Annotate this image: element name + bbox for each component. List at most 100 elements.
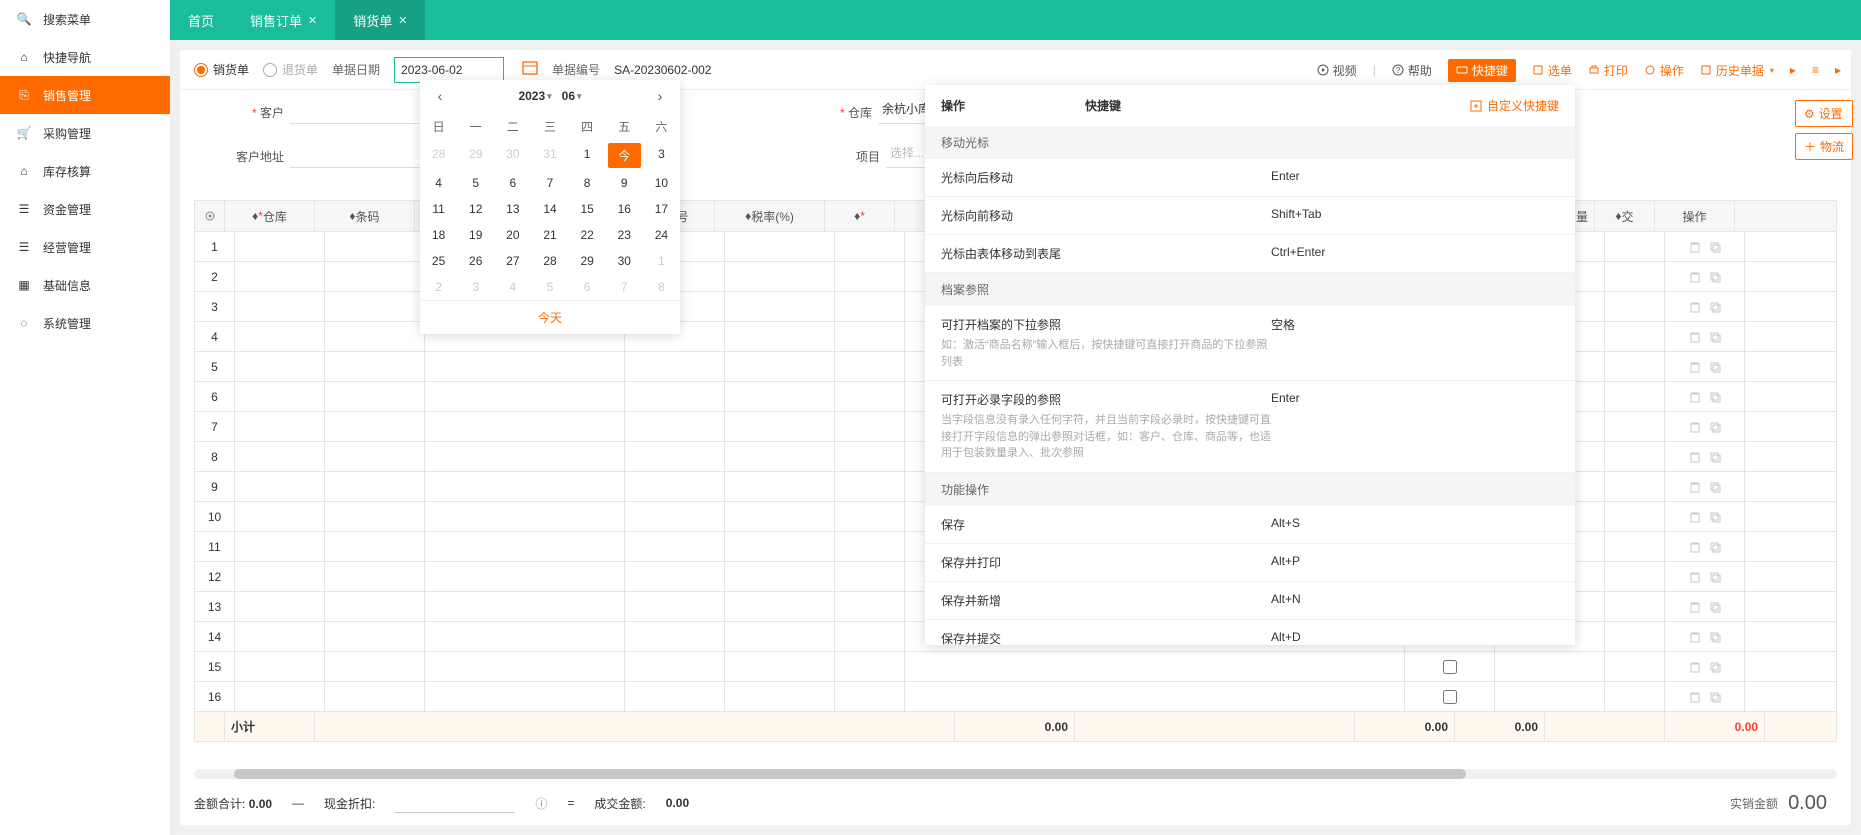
delete-icon[interactable] [1688, 480, 1702, 494]
cal-day[interactable]: 1 [643, 248, 680, 274]
sidebar-item-1[interactable]: ⌂快捷导航 [0, 38, 170, 76]
delete-icon[interactable] [1688, 540, 1702, 554]
cal-day[interactable]: 14 [531, 196, 568, 222]
radio-sale[interactable]: 销货单 [194, 61, 249, 78]
copy-icon[interactable] [1708, 690, 1722, 704]
customize-shortcut-button[interactable]: 自定义快捷键 [1469, 97, 1559, 114]
cal-next-icon[interactable]: › [650, 88, 670, 104]
cal-prev-icon[interactable]: ‹ [430, 88, 450, 104]
copy-icon[interactable] [1708, 600, 1722, 614]
cal-day[interactable]: 8 [569, 170, 606, 196]
nav-next-icon[interactable]: ▸ [1835, 63, 1841, 77]
copy-icon[interactable] [1708, 420, 1722, 434]
delete-icon[interactable] [1688, 510, 1702, 524]
delete-icon[interactable] [1688, 450, 1702, 464]
cal-day[interactable]: 31 [531, 141, 568, 170]
operate-button[interactable]: 操作 [1644, 62, 1684, 79]
copy-icon[interactable] [1708, 360, 1722, 374]
video-button[interactable]: 视频 [1317, 62, 1357, 79]
table-row[interactable]: 15 [194, 652, 1837, 682]
cal-day[interactable]: 28 [420, 141, 457, 170]
col-gear[interactable] [195, 201, 225, 231]
delete-icon[interactable] [1688, 420, 1702, 434]
copy-icon[interactable] [1708, 390, 1722, 404]
cal-day[interactable]: 23 [606, 222, 643, 248]
copy-icon[interactable] [1708, 480, 1722, 494]
tab-1[interactable]: 销售订单✕ [232, 0, 335, 40]
cal-day[interactable]: 22 [569, 222, 606, 248]
delete-icon[interactable] [1688, 390, 1702, 404]
discount-input[interactable] [395, 793, 515, 813]
cal-day[interactable]: 2 [420, 274, 457, 300]
cal-day[interactable]: 30 [606, 248, 643, 274]
copy-icon[interactable] [1708, 630, 1722, 644]
cal-day[interactable]: 13 [494, 196, 531, 222]
cal-day[interactable]: 15 [569, 196, 606, 222]
cal-day[interactable]: 26 [457, 248, 494, 274]
cal-day[interactable]: 10 [643, 170, 680, 196]
cal-day[interactable]: 4 [420, 170, 457, 196]
cal-day[interactable]: 19 [457, 222, 494, 248]
cal-day[interactable]: 8 [643, 274, 680, 300]
help-button[interactable]: ?帮助 [1392, 62, 1432, 79]
delete-icon[interactable] [1688, 270, 1702, 284]
cal-day[interactable]: 6 [569, 274, 606, 300]
tab-0[interactable]: 首页 [170, 0, 232, 40]
radio-return[interactable]: 退货单 [263, 61, 318, 78]
sidebar-item-4[interactable]: ⌂库存核算 [0, 152, 170, 190]
copy-icon[interactable] [1708, 570, 1722, 584]
delete-icon[interactable] [1688, 600, 1702, 614]
gift-checkbox[interactable] [1443, 690, 1457, 704]
cal-day[interactable]: 12 [457, 196, 494, 222]
tab-2[interactable]: 销货单✕ [335, 0, 425, 40]
sidebar-item-8[interactable]: ◌系统管理 [0, 304, 170, 342]
cal-day[interactable]: 27 [494, 248, 531, 274]
cal-day[interactable]: 今 [608, 143, 641, 168]
tab-close-icon[interactable]: ✕ [398, 14, 407, 27]
sidebar-item-3[interactable]: 🛒采购管理 [0, 114, 170, 152]
cal-day[interactable]: 7 [531, 170, 568, 196]
sidebar-item-5[interactable]: ☰资金管理 [0, 190, 170, 228]
delete-icon[interactable] [1688, 690, 1702, 704]
delete-icon[interactable] [1688, 300, 1702, 314]
cal-day[interactable]: 9 [606, 170, 643, 196]
copy-icon[interactable] [1708, 270, 1722, 284]
cal-year-select[interactable]: 2023▾ [518, 89, 551, 103]
calendar-icon[interactable] [522, 60, 538, 79]
cal-day[interactable]: 28 [531, 248, 568, 274]
delete-icon[interactable] [1688, 660, 1702, 674]
copy-icon[interactable] [1708, 540, 1722, 554]
table-row[interactable]: 16 [194, 682, 1837, 712]
cal-day[interactable]: 29 [457, 141, 494, 170]
cal-day[interactable]: 17 [643, 196, 680, 222]
select-button[interactable]: 选单 [1532, 62, 1572, 79]
col-deliv[interactable]: ♦交 [1595, 201, 1655, 231]
cal-day[interactable]: 29 [569, 248, 606, 274]
nav-list-icon[interactable]: ≡ [1812, 63, 1819, 77]
horizontal-scrollbar[interactable] [194, 769, 1837, 779]
delete-icon[interactable] [1688, 630, 1702, 644]
cal-day[interactable]: 5 [457, 170, 494, 196]
cal-day[interactable]: 21 [531, 222, 568, 248]
history-button[interactable]: 历史单据▾ [1700, 62, 1774, 79]
cal-day[interactable]: 1 [569, 141, 606, 170]
col-req[interactable]: ♦* [825, 201, 895, 231]
sidebar-item-7[interactable]: ▦基础信息 [0, 266, 170, 304]
col-warehouse[interactable]: ♦*仓库 [225, 201, 315, 231]
col-barcode[interactable]: ♦条码 [315, 201, 415, 231]
info-icon[interactable]: ⓘ [535, 795, 547, 812]
delete-icon[interactable] [1688, 330, 1702, 344]
cal-today-button[interactable]: 今天 [420, 300, 680, 334]
date-input[interactable]: 2023-06-02 [394, 57, 504, 83]
cal-day[interactable]: 25 [420, 248, 457, 274]
cal-day[interactable]: 6 [494, 170, 531, 196]
sidebar-item-0[interactable]: 🔍搜索菜单 [0, 0, 170, 38]
copy-icon[interactable] [1708, 510, 1722, 524]
copy-icon[interactable] [1708, 240, 1722, 254]
cal-day[interactable]: 4 [494, 274, 531, 300]
cal-day[interactable]: 16 [606, 196, 643, 222]
shortcut-button[interactable]: 快捷键 [1448, 59, 1516, 82]
scroll-thumb[interactable] [234, 769, 1466, 779]
cal-day[interactable]: 3 [457, 274, 494, 300]
copy-icon[interactable] [1708, 660, 1722, 674]
